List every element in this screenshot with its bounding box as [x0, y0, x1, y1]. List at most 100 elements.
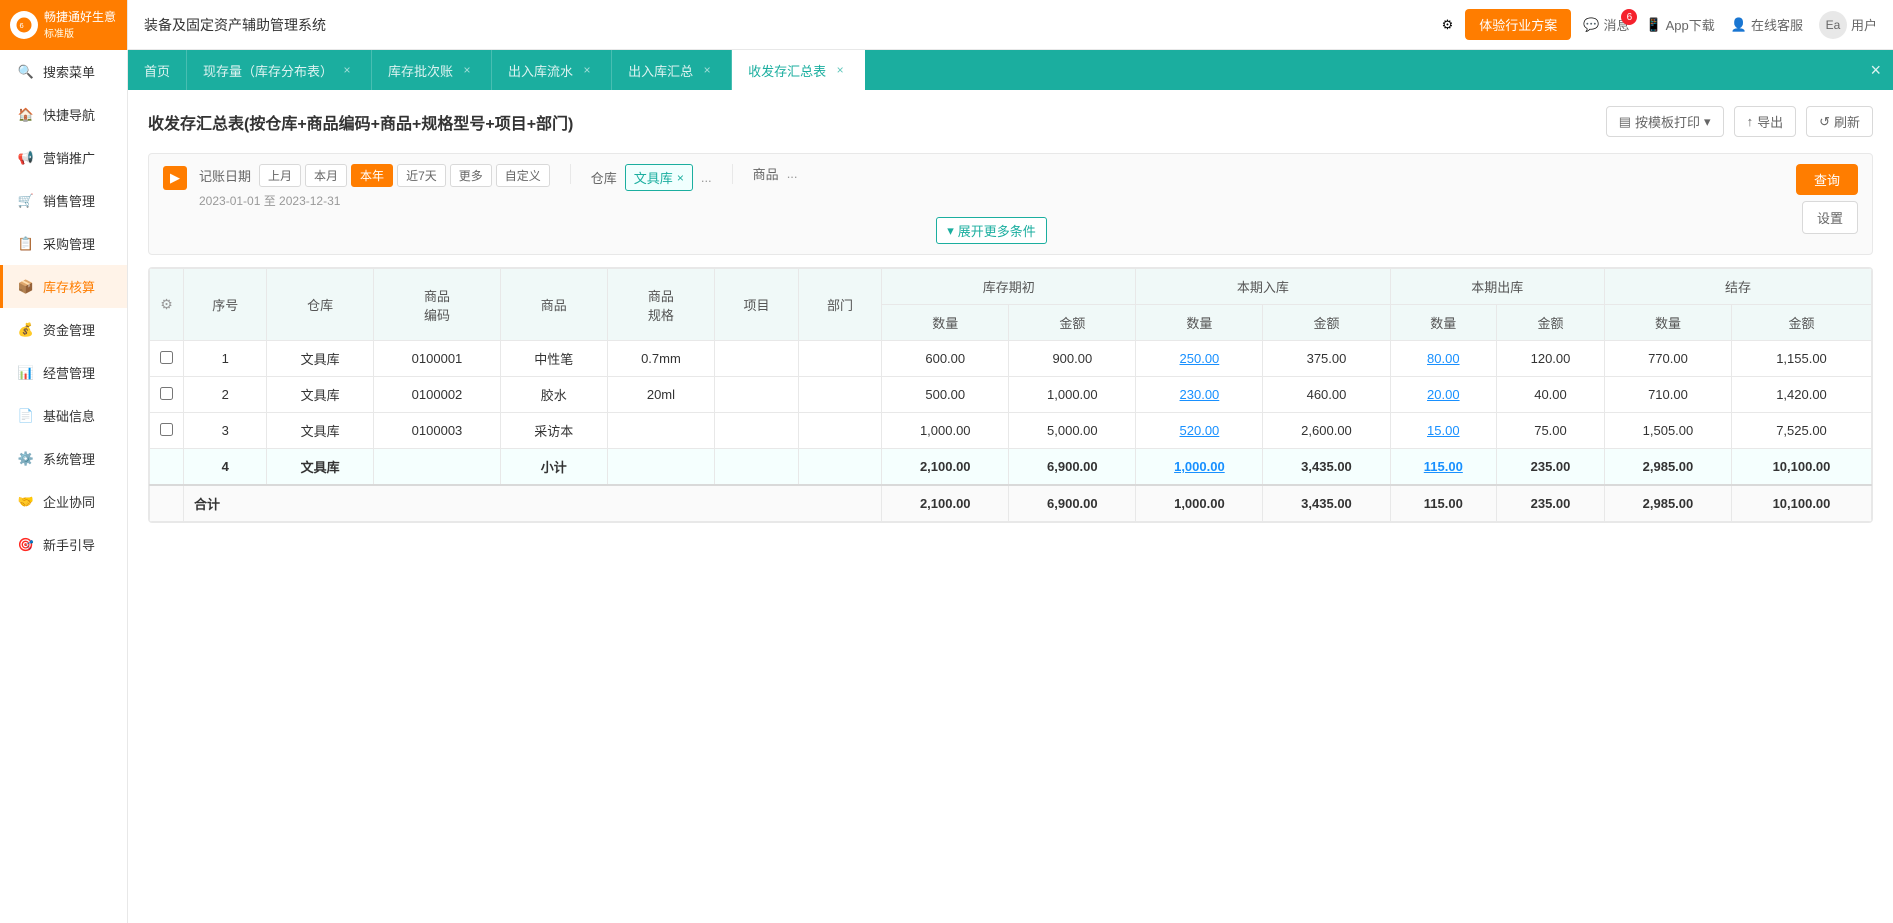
settings-button[interactable]: 设置 [1802, 201, 1858, 234]
col-open-amt: 金额 [1009, 305, 1136, 341]
data-table-container: ⚙ 序号 仓库 商品编码 商品 商品规格 项目 部门 库存期初 本期入库 本期出… [148, 267, 1873, 523]
chevron-down-icon: ▾ [1704, 114, 1711, 130]
tab-inout-flow[interactable]: 出入库流水 × [492, 50, 612, 90]
app-download-action[interactable]: 📱 App下载 [1645, 15, 1714, 34]
sidebar-item-operations-label: 经营管理 [43, 363, 95, 382]
sidebar-item-marketing[interactable]: 📢 营销推广 [0, 136, 127, 179]
col-settings[interactable]: ⚙ [150, 269, 184, 341]
tab-batch[interactable]: 库存批次账 × [372, 50, 492, 90]
warehouse-tag-text: 文具库 [634, 168, 673, 187]
sidebar-item-system[interactable]: ⚙️ 系统管理 [0, 437, 127, 480]
footer-close-qty: 2,985.00 [1604, 485, 1731, 522]
sidebar-item-sales[interactable]: 🛒 销售管理 [0, 179, 127, 222]
warehouse-tag-close[interactable]: × [677, 171, 684, 185]
in-qty-link[interactable]: 250.00 [1180, 351, 1220, 366]
out-qty-link[interactable]: 115.00 [1424, 459, 1463, 474]
tab-recv-send[interactable]: 收发存汇总表 × [732, 50, 865, 90]
product-label: 商品 [753, 164, 779, 183]
warehouse-tag[interactable]: 文具库 × [625, 164, 693, 191]
col-warehouse-header: 仓库 [267, 269, 374, 341]
row-checkbox [150, 341, 184, 377]
table-header-row-1: ⚙ 序号 仓库 商品编码 商品 商品规格 项目 部门 库存期初 本期入库 本期出… [150, 269, 1872, 305]
row-warehouse: 文具库 [267, 377, 374, 413]
row-spec: 20ml [607, 377, 715, 413]
print-template-button[interactable]: ▤ 按模板打印 ▾ [1606, 106, 1724, 137]
sidebar-item-basic[interactable]: 📄 基础信息 [0, 394, 127, 437]
date-btn-last-month[interactable]: 上月 [259, 164, 301, 187]
expand-more-btn[interactable]: ▾ 展开更多条件 [936, 217, 1047, 244]
date-btn-this-year[interactable]: 本年 [351, 164, 393, 187]
refresh-button[interactable]: ↺ 刷新 [1806, 106, 1873, 137]
expand-label: 展开更多条件 [958, 221, 1036, 240]
tab-home[interactable]: 首页 [128, 50, 187, 90]
user-action[interactable]: Ea 用户 [1819, 11, 1877, 39]
date-btn-custom[interactable]: 自定义 [496, 164, 550, 187]
out-qty-link[interactable]: 20.00 [1427, 387, 1460, 402]
svg-text:6: 6 [20, 21, 24, 30]
product-more-btn[interactable]: ... [787, 166, 798, 181]
date-btn-7days[interactable]: 近7天 [397, 164, 446, 187]
messages-action[interactable]: 💬 消息 6 [1583, 15, 1629, 34]
row-open-qty: 1,000.00 [882, 413, 1009, 449]
row-no: 2 [184, 377, 267, 413]
date-btn-more[interactable]: 更多 [450, 164, 492, 187]
col-spec-header: 商品规格 [607, 269, 715, 341]
row-in-qty: 250.00 [1136, 341, 1263, 377]
sidebar-item-collab[interactable]: 🤝 企业协同 [0, 480, 127, 523]
row-out-amt: 40.00 [1497, 377, 1605, 413]
logo-badge: 标准版 [44, 25, 116, 40]
refresh-icon: ↺ [1819, 114, 1830, 130]
basic-icon: 📄 [17, 407, 35, 425]
page-title: 收发存汇总表(按仓库+商品编码+商品+规格型号+项目+部门) [148, 110, 573, 134]
date-btn-this-month[interactable]: 本月 [305, 164, 347, 187]
row-close-qty: 2,985.00 [1604, 449, 1731, 486]
online-service-action[interactable]: 👤 在线客服 [1731, 15, 1803, 34]
export-button[interactable]: ↑ 导出 [1734, 106, 1797, 137]
tab-bar-close-all[interactable]: × [1858, 60, 1893, 81]
out-qty-link[interactable]: 15.00 [1427, 423, 1460, 438]
warehouse-more-btn[interactable]: ... [701, 170, 712, 185]
sidebar-item-search-label: 搜索菜单 [43, 62, 95, 81]
row-open-qty: 2,100.00 [882, 449, 1009, 486]
sidebar-item-inventory[interactable]: 📦 库存核算 [0, 265, 127, 308]
row-close-qty: 710.00 [1604, 377, 1731, 413]
home-icon: 🏠 [17, 106, 35, 124]
table-row: 3文具库0100003采访本1,000.005,000.00520.002,60… [150, 413, 1872, 449]
footer-out-amt: 235.00 [1497, 485, 1605, 522]
sidebar-item-search[interactable]: 🔍 搜索菜单 [0, 50, 127, 93]
in-qty-link[interactable]: 230.00 [1180, 387, 1220, 402]
in-qty-link[interactable]: 1,000.00 [1174, 459, 1225, 474]
row-product-name: 中性笔 [501, 341, 608, 377]
row-out-amt: 235.00 [1497, 449, 1605, 486]
row-in-qty: 230.00 [1136, 377, 1263, 413]
col-out-group: 本期出库 [1390, 269, 1604, 305]
query-button[interactable]: 查询 [1796, 164, 1858, 195]
app-logo: 6 畅捷通好生意 标准版 [0, 0, 127, 50]
row-open-qty: 600.00 [882, 341, 1009, 377]
sidebar-item-finance-label: 资金管理 [43, 320, 95, 339]
sidebar-item-operations[interactable]: 📊 经营管理 [0, 351, 127, 394]
marketing-icon: 📢 [17, 149, 35, 167]
tab-stock-dist[interactable]: 现存量（库存分布表） × [187, 50, 372, 90]
tab-inout-flow-close[interactable]: × [579, 62, 595, 78]
trial-button[interactable]: 体验行业方案 [1465, 9, 1571, 40]
filter-toggle-button[interactable]: ▶ [163, 166, 187, 190]
expand-row: ▾ 展开更多条件 [199, 217, 1784, 244]
col-dept-header: 部门 [798, 269, 881, 341]
row-product-code: 0100003 [373, 413, 500, 449]
tab-inout-summary[interactable]: 出入库汇总 × [612, 50, 732, 90]
sidebar-item-finance[interactable]: 💰 资金管理 [0, 308, 127, 351]
tab-batch-close[interactable]: × [459, 62, 475, 78]
user-initials: Ea [1826, 18, 1841, 32]
tab-stock-dist-close[interactable]: × [339, 62, 355, 78]
tab-inout-summary-close[interactable]: × [699, 62, 715, 78]
settings-icon[interactable]: ⚙ [1442, 17, 1454, 33]
tab-recv-send-close[interactable]: × [832, 62, 848, 78]
sidebar-item-quicknav[interactable]: 🏠 快捷导航 [0, 93, 127, 136]
in-qty-link[interactable]: 520.00 [1180, 423, 1220, 438]
sidebar-item-purchase[interactable]: 📋 采购管理 [0, 222, 127, 265]
sidebar-item-newbie[interactable]: 🎯 新手引导 [0, 523, 127, 566]
row-out-qty: 115.00 [1390, 449, 1497, 486]
table-settings-gear[interactable]: ⚙ [160, 296, 173, 312]
out-qty-link[interactable]: 80.00 [1427, 351, 1460, 366]
